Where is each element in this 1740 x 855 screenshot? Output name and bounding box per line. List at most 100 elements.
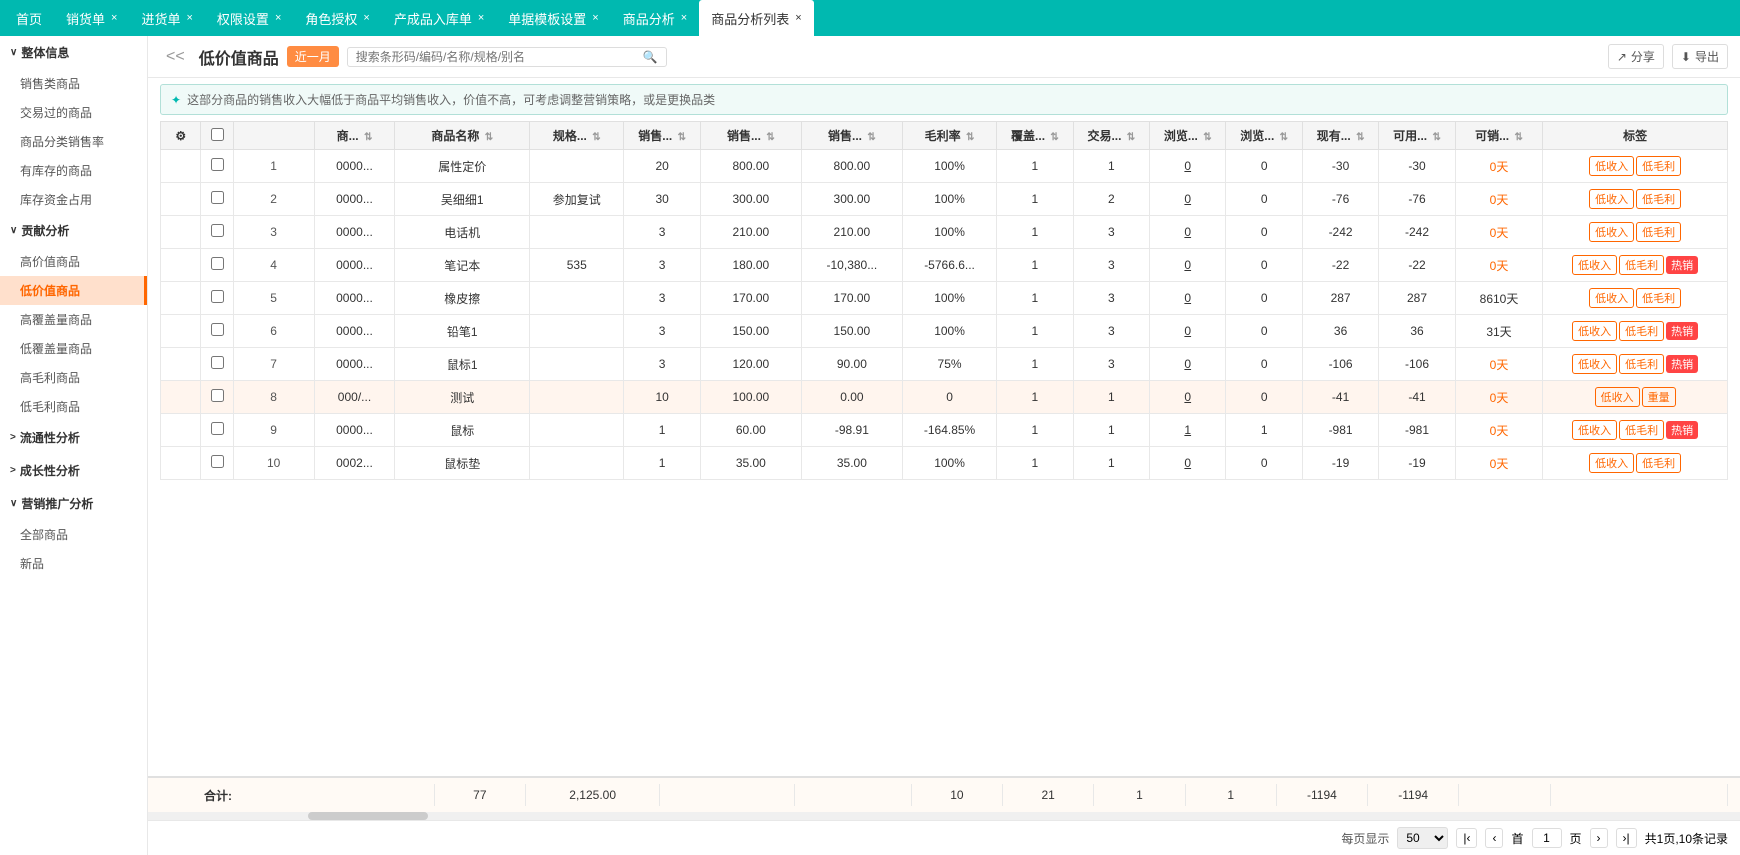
col-saleable-header[interactable]: 可销... ⇅ xyxy=(1455,122,1543,150)
nav-permission[interactable]: 权限设置 × xyxy=(205,0,293,36)
row-checkbox[interactable] xyxy=(201,348,233,381)
col-cover-header[interactable]: 覆盖... ⇅ xyxy=(997,122,1073,150)
row-checkbox[interactable] xyxy=(201,216,233,249)
nav-sales[interactable]: 销货单 × xyxy=(54,0,129,36)
browse1-link[interactable]: 0 xyxy=(1184,390,1191,404)
sidebar-group-contribution[interactable]: ∨ 贡献分析 xyxy=(0,214,147,247)
close-stock[interactable]: × xyxy=(478,12,484,24)
browse1-link[interactable]: 0 xyxy=(1184,159,1191,173)
row-checkbox[interactable] xyxy=(201,447,233,480)
row-checkbox[interactable] xyxy=(201,381,233,414)
nav-role[interactable]: 角色授权 × xyxy=(293,0,381,36)
sidebar-group-marketing[interactable]: ∨ 营销推广分析 xyxy=(0,487,147,520)
last-page-btn[interactable]: ›| xyxy=(1616,828,1637,848)
col-settings[interactable]: ⚙ xyxy=(161,122,201,150)
sidebar-item-low-coverage[interactable]: 低覆盖量商品 xyxy=(0,334,147,363)
sidebar-item-all-goods[interactable]: 全部商品 xyxy=(0,520,147,549)
row-checkbox-input[interactable] xyxy=(211,191,224,204)
filter-recent-month-btn[interactable]: 近一月 xyxy=(287,46,339,67)
row-tags: 低收入低毛利 xyxy=(1543,447,1728,480)
sidebar-item-low-value[interactable]: 低价值商品 xyxy=(0,276,147,305)
row-checkbox[interactable] xyxy=(201,150,233,183)
col-available-header[interactable]: 可用... ⇅ xyxy=(1379,122,1455,150)
page-size-select[interactable]: 50 100 200 xyxy=(1397,827,1448,849)
col-price-header[interactable]: 销售... ⇅ xyxy=(700,122,801,150)
close-sales[interactable]: × xyxy=(111,12,117,24)
h-scrollbar-thumb[interactable] xyxy=(308,812,428,820)
col-spec-header[interactable]: 规格... ⇅ xyxy=(530,122,624,150)
sidebar-item-new-goods[interactable]: 新品 xyxy=(0,549,147,578)
browse1-link[interactable]: 0 xyxy=(1184,225,1191,239)
col-trade-header[interactable]: 交易... ⇅ xyxy=(1073,122,1149,150)
row-checkbox-input[interactable] xyxy=(211,290,224,303)
row-checkbox[interactable] xyxy=(201,282,233,315)
nav-template[interactable]: 单据模板设置 × xyxy=(496,0,610,36)
nav-analysis[interactable]: 商品分析 × xyxy=(611,0,699,36)
current-page-input[interactable] xyxy=(1532,828,1562,848)
row-browse2: 0 xyxy=(1226,381,1302,414)
close-analysis[interactable]: × xyxy=(681,12,687,24)
nav-home[interactable]: 首页 xyxy=(4,0,54,36)
sidebar-item-high-coverage[interactable]: 高覆盖量商品 xyxy=(0,305,147,334)
export-btn[interactable]: ⬇ 导出 xyxy=(1672,44,1728,69)
col-amount-header[interactable]: 销售... ⇅ xyxy=(801,122,902,150)
first-page-btn[interactable]: |‹ xyxy=(1456,828,1477,848)
col-code-header[interactable]: 商... ⇅ xyxy=(314,122,395,150)
sidebar-item-stock-goods[interactable]: 有库存的商品 xyxy=(0,156,147,185)
browse1-link[interactable]: 0 xyxy=(1184,258,1191,272)
close-role[interactable]: × xyxy=(363,12,369,24)
sidebar-group-circulation[interactable]: > 流通性分析 xyxy=(0,421,147,454)
col-checkbox[interactable] xyxy=(201,122,233,150)
row-checkbox-input[interactable] xyxy=(211,455,224,468)
row-checkbox[interactable] xyxy=(201,183,233,216)
browse1-link[interactable]: 0 xyxy=(1184,324,1191,338)
sidebar-item-traded[interactable]: 交易过的商品 xyxy=(0,98,147,127)
row-checkbox[interactable] xyxy=(201,414,233,447)
row-checkbox-input[interactable] xyxy=(211,224,224,237)
browse1-link[interactable]: 0 xyxy=(1184,291,1191,305)
nav-purchase[interactable]: 进货单 × xyxy=(129,0,204,36)
row-checkbox-input[interactable] xyxy=(211,323,224,336)
sidebar-item-low-margin[interactable]: 低毛利商品 xyxy=(0,392,147,421)
share-btn[interactable]: ↗ 分享 xyxy=(1608,44,1664,69)
col-margin-header[interactable]: 毛利率 ⇅ xyxy=(902,122,996,150)
prev-page-btn[interactable]: ‹ xyxy=(1485,828,1503,848)
search-icon[interactable]: 🔍 xyxy=(643,50,658,64)
search-input[interactable] xyxy=(356,50,639,64)
sidebar-item-high-value[interactable]: 高价值商品 xyxy=(0,247,147,276)
sidebar-item-high-margin[interactable]: 高毛利商品 xyxy=(0,363,147,392)
close-purchase[interactable]: × xyxy=(186,12,192,24)
sidebar-item-capital[interactable]: 库存资金占用 xyxy=(0,185,147,214)
h-scrollbar[interactable] xyxy=(148,812,1740,820)
select-all-checkbox[interactable] xyxy=(211,128,224,141)
tag-label: 低收入 xyxy=(1595,387,1640,407)
col-qty-header[interactable]: 销售... ⇅ xyxy=(624,122,700,150)
sidebar-group-overall[interactable]: ∨ 整体信息 xyxy=(0,36,147,69)
nav-stock[interactable]: 产成品入库单 × xyxy=(382,0,496,36)
col-name-header[interactable]: 商品名称 ⇅ xyxy=(395,122,530,150)
browse1-link[interactable]: 0 xyxy=(1184,357,1191,371)
row-checkbox[interactable] xyxy=(201,315,233,348)
close-permission[interactable]: × xyxy=(275,12,281,24)
sidebar-item-sales-goods[interactable]: 销售类商品 xyxy=(0,69,147,98)
browse1-link[interactable]: 0 xyxy=(1184,456,1191,470)
row-checkbox-input[interactable] xyxy=(211,422,224,435)
close-analysis-list[interactable]: × xyxy=(795,12,801,24)
next-page-btn[interactable]: › xyxy=(1590,828,1608,848)
col-browse1-header[interactable]: 浏览... ⇅ xyxy=(1150,122,1226,150)
close-template[interactable]: × xyxy=(592,12,598,24)
col-browse2-header[interactable]: 浏览... ⇅ xyxy=(1226,122,1302,150)
row-checkbox[interactable] xyxy=(201,249,233,282)
row-checkbox-input[interactable] xyxy=(211,356,224,369)
sidebar-group-growth[interactable]: > 成长性分析 xyxy=(0,454,147,487)
sidebar-item-category-rate[interactable]: 商品分类销售率 xyxy=(0,127,147,156)
row-checkbox-input[interactable] xyxy=(211,158,224,171)
row-checkbox-input[interactable] xyxy=(211,389,224,402)
row-checkbox-input[interactable] xyxy=(211,257,224,270)
browse1-link[interactable]: 1 xyxy=(1184,423,1191,437)
collapse-btn[interactable]: << xyxy=(160,48,191,66)
browse1-link[interactable]: 0 xyxy=(1184,192,1191,206)
row-spec xyxy=(530,414,624,447)
nav-analysis-list[interactable]: 商品分析列表 × xyxy=(699,0,813,36)
col-current-header[interactable]: 现有... ⇅ xyxy=(1302,122,1378,150)
